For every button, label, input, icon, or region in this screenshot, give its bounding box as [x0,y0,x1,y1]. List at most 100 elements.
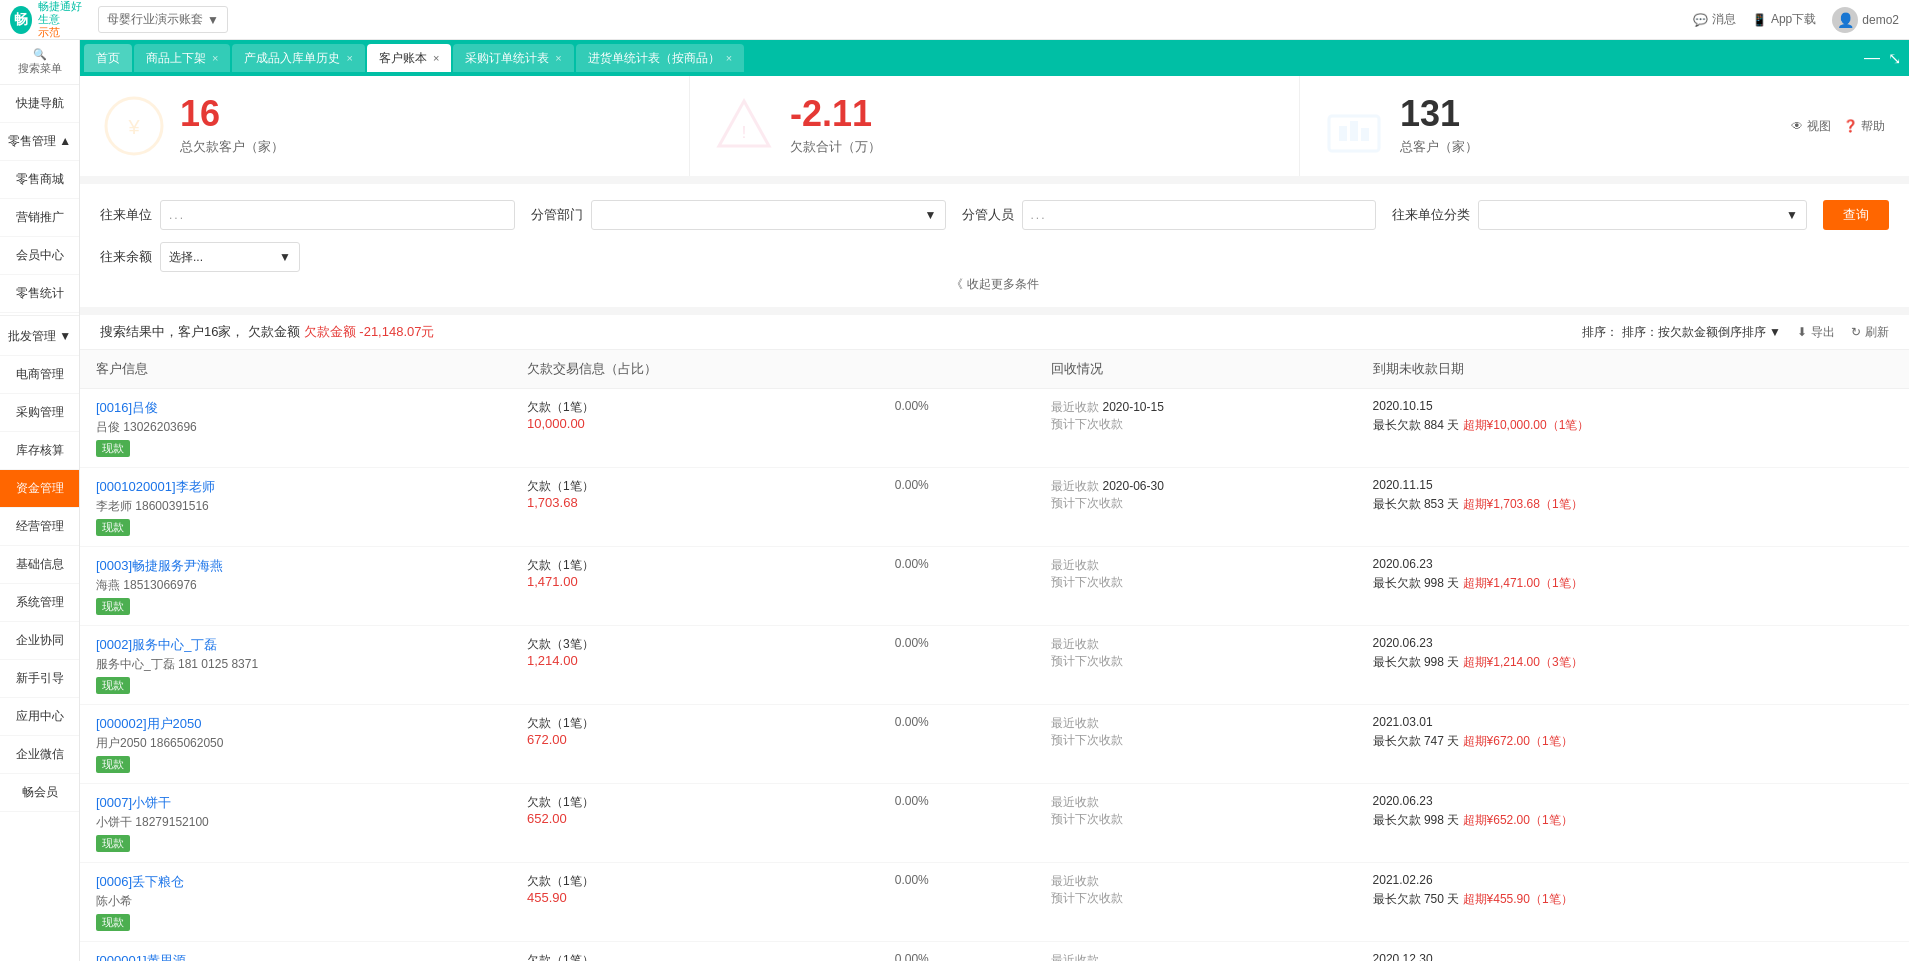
help-btn[interactable]: ❓ 帮助 [1843,118,1885,135]
results-info: 搜索结果中，客户16家， 欠款金额 欠款金额 -21,148.07元 [100,323,435,341]
sidebar-item-ecommerce[interactable]: 电商管理 [0,356,79,394]
table-row: [000002]用户2050 用户2050 18665062050 现款 欠款（… [80,705,1909,784]
sidebar-item-inventory[interactable]: 库存核算 [0,432,79,470]
balance-select[interactable]: 选择... ▼ [160,242,300,272]
sidebar-item-operations[interactable]: 经营管理 [0,508,79,546]
search-icon: 🔍 [33,48,47,60]
overdue-info: 最长欠款 998 天 超期¥1,471.00（1笔） [1373,575,1893,592]
tab-collapse-btn[interactable]: — [1864,49,1880,67]
sidebar-item-quick-nav[interactable]: 快捷导航 [0,85,79,123]
debt-amount[interactable]: 1,703.68 [527,495,578,510]
sidebar-item-purchase[interactable]: 采购管理 [0,394,79,432]
view-btn[interactable]: 👁 视图 [1791,118,1830,135]
debt-amount[interactable]: 1,214.00 [527,653,578,668]
sidebar-item-member[interactable]: 会员中心 [0,237,79,275]
sidebar-item-enterprise[interactable]: 企业协同 [0,622,79,660]
tab-expand-btn[interactable]: ⤡ [1888,49,1901,68]
overdue-amount-link[interactable]: 超期¥652.00（1笔） [1463,813,1573,827]
store-selector[interactable]: 母婴行业演示账套 ▼ [98,6,228,33]
sidebar-search[interactable]: 🔍 搜索菜单 [0,40,79,85]
sidebar-item-retail-store[interactable]: 零售商城 [0,161,79,199]
collapse-icon: 《 [951,276,963,293]
customer-name-link[interactable]: [0006]丢下粮仓 [96,874,184,889]
sidebar-item-capital[interactable]: 资金管理 [0,470,79,508]
debt-ratio-cell: 0.00% [871,468,1035,547]
tab-customer-account[interactable]: 客户账本 × [367,44,451,72]
message-icon: 💬 [1693,13,1708,27]
customer-name-link[interactable]: [0016]吕俊 [96,400,158,415]
balance-label: 往来余额 [100,248,152,266]
message-btn[interactable]: 💬 消息 [1693,11,1736,28]
customer-name-link[interactable]: [0007]小饼干 [96,795,171,810]
card-actions: 👁 视图 ❓ 帮助 [1791,118,1885,135]
collapse-btn[interactable]: 《 收起更多条件 [100,272,1889,297]
overdue-amount-link[interactable]: 超期¥455.90（1笔） [1463,892,1573,906]
customer-name-link[interactable]: [000001]黄思源 [96,953,186,961]
sidebar-item-basic-info[interactable]: 基础信息 [0,546,79,584]
overdue-amount-link[interactable]: 超期¥1,214.00（3笔） [1463,655,1583,669]
export-btn[interactable]: ⬇ 导出 [1797,324,1835,341]
refresh-btn[interactable]: ↻ 刷新 [1851,324,1889,341]
debt-amount[interactable]: 1,471.00 [527,574,578,589]
customer-name-link[interactable]: [0003]畅捷服务尹海燕 [96,558,223,573]
customer-name-link[interactable]: [000002]用户2050 [96,716,202,731]
filter-row-2: 往来余额 选择... ▼ [100,242,1889,272]
sidebar-item-app-center[interactable]: 应用中心 [0,698,79,736]
tab-close-icon[interactable]: × [555,52,561,64]
person-input[interactable]: ... [1022,200,1377,230]
sidebar-item-enterprise-wechat[interactable]: 企业微信 [0,736,79,774]
sidebar-item-new-guide[interactable]: 新手引导 [0,660,79,698]
tab-close-icon[interactable]: × [726,52,732,64]
debt-amount[interactable]: 652.00 [527,811,567,826]
debt-count: 欠款（3笔） [527,636,855,653]
overdue-amount-link[interactable]: 超期¥1,471.00（1笔） [1463,576,1583,590]
sidebar-item-marketing[interactable]: 营销推广 [0,199,79,237]
person-label: 分管人员 [962,206,1014,224]
tabs-bar: 首页 商品上下架 × 产成品入库单历史 × 客户账本 × 采购订单统计表 × [80,40,1909,76]
sidebar-item-retail-mgmt[interactable]: 零售管理 ▲ [0,123,79,161]
customer-info-cell: [000001]黄思源 黄思源 13552700226 现款 [80,942,511,962]
customer-info-cell: [0002]服务中心_丁磊 服务中心_丁磊 181 0125 8371 现款 [80,626,511,705]
debt-ratio-cell: 0.00% [871,942,1035,962]
debt-amount[interactable]: 10,000.00 [527,416,585,431]
customer-phone: 李老师 18600391516 [96,498,495,515]
debt-amount[interactable]: 672.00 [527,732,567,747]
logo-area: 畅 畅捷通好生意 示范 [10,0,90,39]
sidebar-item-batch-mgmt[interactable]: 批发管理 ▼ [0,318,79,356]
overdue-days: 最长欠款 747 天 [1373,734,1463,748]
overdue-amount-link[interactable]: 超期¥10,000.00（1笔） [1463,418,1590,432]
tab-product-history[interactable]: 产成品入库单历史 × [232,44,364,72]
recovery-cell: 最近收款 2020-10-15 预计下次收款 [1035,389,1356,468]
overdue-amount-link[interactable]: 超期¥1,703.68（1笔） [1463,497,1583,511]
app-download-btn[interactable]: 📱 App下载 [1752,11,1816,28]
unit-type-select[interactable]: ▼ [1478,200,1807,230]
sidebar-item-system[interactable]: 系统管理 [0,584,79,622]
tab-close-icon[interactable]: × [433,52,439,64]
debt-count: 欠款（1笔） [527,952,855,961]
sidebar-item-super-member[interactable]: 畅会员 [0,774,79,812]
total-customers-value: 131 [1400,96,1478,132]
dept-select[interactable]: ▼ [591,200,946,230]
user-avatar-btn[interactable]: 👤 demo2 [1832,7,1899,33]
tab-home[interactable]: 首页 [84,44,132,72]
sidebar-item-retail-stats[interactable]: 零售统计 [0,275,79,313]
results-header: 搜索结果中，客户16家， 欠款金额 欠款金额 -21,148.07元 排序： 排… [80,315,1909,350]
search-button[interactable]: 查询 [1823,200,1889,230]
overdue-amount-link[interactable]: 超期¥672.00（1笔） [1463,734,1573,748]
unit-type-label: 往来单位分类 [1392,206,1470,224]
debt-customers-label: 总欠款客户（家） [180,138,284,156]
debt-amount[interactable]: 455.90 [527,890,567,905]
debt-ratio: 0.00% [895,557,929,571]
tab-close-icon[interactable]: × [212,52,218,64]
from-unit-input[interactable]: ... [160,200,515,230]
tab-product-toggle[interactable]: 商品上下架 × [134,44,230,72]
customer-phone: 海燕 18513066976 [96,577,495,594]
customer-name-link[interactable]: [0002]服务中心_丁磊 [96,637,217,652]
tab-purchase-product-stats[interactable]: 进货单统计表（按商品） × [576,44,744,72]
recent-collection-label: 最近收款 [1051,479,1099,493]
table-row: [0007]小饼干 小饼干 18279152100 现款 欠款（1笔） 652.… [80,784,1909,863]
debt-ratio: 0.00% [895,715,929,729]
tab-purchase-stats[interactable]: 采购订单统计表 × [453,44,573,72]
customer-name-link[interactable]: [0001020001]李老师 [96,479,215,494]
tab-close-icon[interactable]: × [346,52,352,64]
